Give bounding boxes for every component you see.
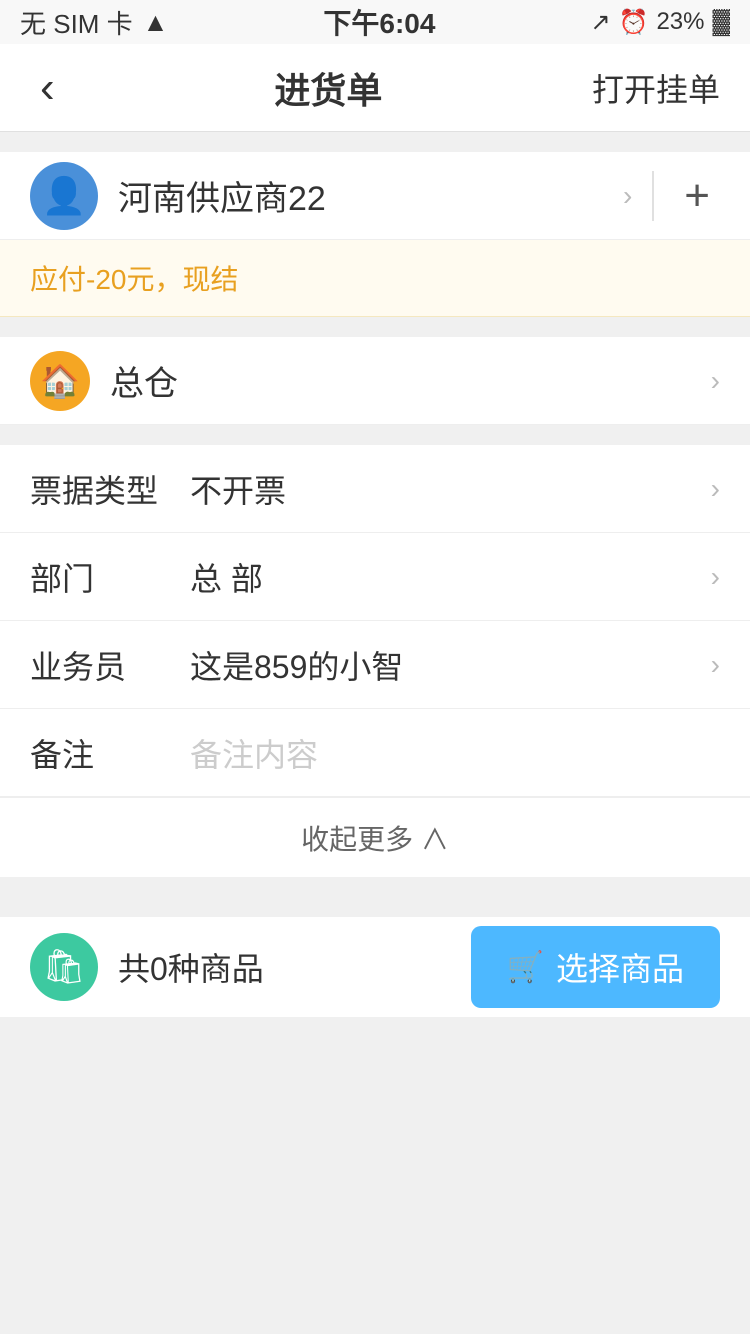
collapse-label: 收起更多 ∧ bbox=[301, 818, 449, 858]
product-icon: 🛍 bbox=[42, 947, 85, 987]
select-product-label: 选择商品 bbox=[556, 944, 684, 990]
carrier-text: 无 SIM 卡 bbox=[20, 4, 133, 41]
notice-bar: 应付-20元，现结 bbox=[0, 240, 750, 317]
dept-chevron-icon: › bbox=[711, 561, 720, 593]
page-background bbox=[0, 1017, 750, 1217]
salesperson-row[interactable]: 业务员 这是859的小智 › bbox=[0, 621, 750, 709]
status-right: ↗ ⏰ 23% ▓ bbox=[590, 8, 730, 37]
dept-row[interactable]: 部门 总 部 › bbox=[0, 533, 750, 621]
invoice-value: 不开票 bbox=[190, 466, 711, 512]
salesperson-chevron-icon: › bbox=[711, 649, 720, 681]
supplier-name: 河南供应商22 bbox=[118, 171, 623, 220]
invoice-chevron-icon: › bbox=[711, 473, 720, 505]
supplier-row[interactable]: 👤 河南供应商22 › + bbox=[0, 152, 750, 240]
bottom-product-bar: 🛍 共0种商品 🛒 选择商品 bbox=[0, 917, 750, 1017]
supplier-avatar: 👤 bbox=[30, 162, 98, 230]
supplier-chevron-icon: › bbox=[623, 180, 632, 212]
notice-text: 应付-20元，现结 bbox=[30, 264, 238, 295]
warehouse-chevron-icon: › bbox=[711, 365, 720, 397]
top-divider bbox=[0, 132, 750, 152]
battery-text: 23% bbox=[656, 8, 704, 36]
select-product-button[interactable]: 🛒 选择商品 bbox=[471, 926, 720, 1008]
warehouse-row[interactable]: 🏠 总仓 › bbox=[0, 337, 750, 425]
dept-value: 总 部 bbox=[190, 554, 711, 600]
warehouse-icon: 🏠 bbox=[40, 362, 80, 400]
status-left: 无 SIM 卡 ▲ bbox=[20, 4, 168, 41]
collapse-row[interactable]: 收起更多 ∧ bbox=[0, 797, 750, 877]
salesperson-label: 业务员 bbox=[30, 642, 170, 688]
battery-icon: ▓ bbox=[713, 8, 731, 36]
location-icon: ↗ bbox=[590, 8, 610, 37]
dept-label: 部门 bbox=[30, 554, 170, 600]
bottom-divider bbox=[0, 877, 750, 897]
product-count-text: 共0种商品 bbox=[118, 944, 471, 990]
supplier-divider bbox=[652, 171, 654, 221]
product-icon-wrap: 🛍 bbox=[30, 933, 98, 1001]
nav-bar: ‹ 进货单 打开挂单 bbox=[0, 44, 750, 132]
remark-input[interactable]: 备注内容 bbox=[190, 730, 720, 776]
warehouse-icon-wrap: 🏠 bbox=[30, 351, 90, 411]
page-title: 进货单 bbox=[274, 62, 382, 114]
status-bar: 无 SIM 卡 ▲ 下午6:04 ↗ ⏰ 23% ▓ bbox=[0, 0, 750, 44]
select-product-icon: 🛒 bbox=[507, 950, 544, 985]
middle-divider-1 bbox=[0, 317, 750, 337]
salesperson-value: 这是859的小智 bbox=[190, 642, 711, 688]
alarm-icon: ⏰ bbox=[619, 8, 649, 37]
add-supplier-button[interactable]: + bbox=[674, 161, 720, 231]
avatar-icon: 👤 bbox=[42, 175, 87, 217]
open-pending-button[interactable]: 打开挂单 bbox=[592, 65, 720, 111]
remark-row[interactable]: 备注 备注内容 bbox=[0, 709, 750, 797]
back-button[interactable]: ‹ bbox=[30, 56, 65, 120]
wifi-icon: ▲ bbox=[143, 7, 169, 38]
invoice-row[interactable]: 票据类型 不开票 › bbox=[0, 445, 750, 533]
form-section: 票据类型 不开票 › 部门 总 部 › 业务员 这是859的小智 › 备注 备注… bbox=[0, 445, 750, 877]
invoice-label: 票据类型 bbox=[30, 466, 170, 512]
warehouse-name: 总仓 bbox=[110, 356, 711, 405]
remark-label: 备注 bbox=[30, 730, 170, 776]
status-time: 下午6:04 bbox=[323, 2, 435, 42]
middle-divider-2 bbox=[0, 425, 750, 445]
